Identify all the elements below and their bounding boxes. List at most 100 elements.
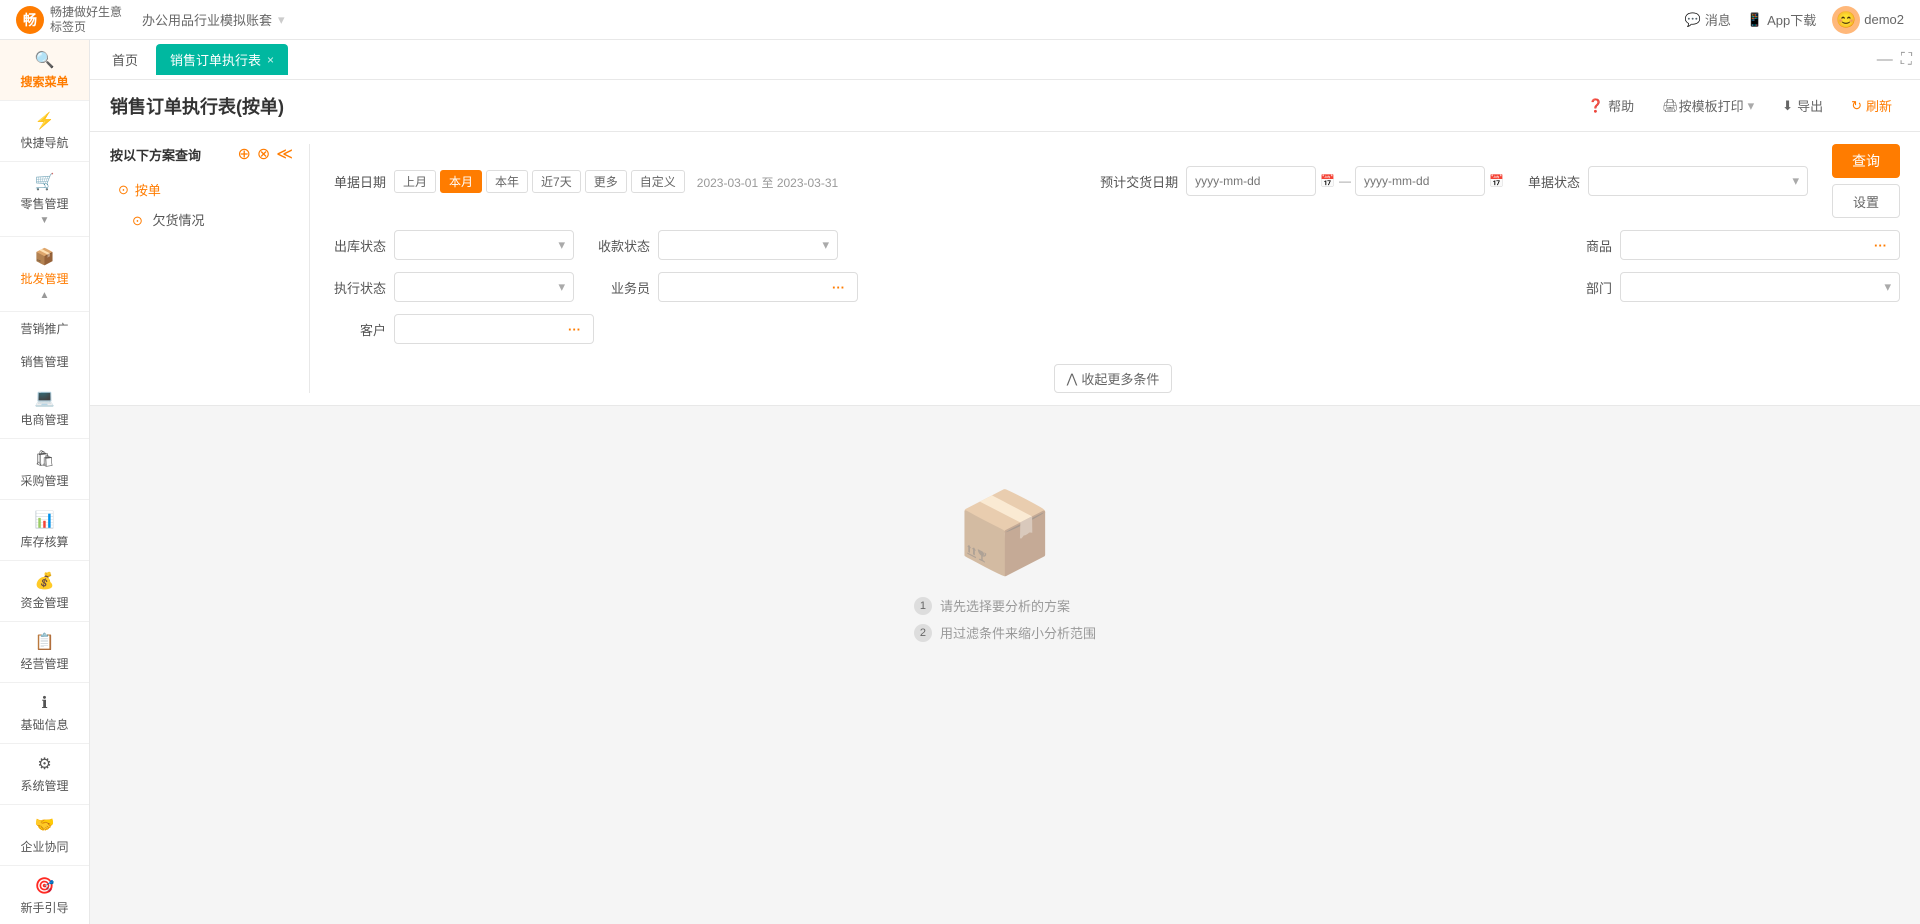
tab-home[interactable]: 首页 (98, 44, 152, 75)
delivery-date-end[interactable] (1355, 166, 1485, 196)
main-layout: 🔍 搜索菜单 ⚡ 快捷导航 🛒 零售管理 ▼ 📦 批发管理 ▲ 营销推广 销售管… (0, 40, 1920, 924)
scheme-radio-icon: ⊙ (118, 182, 129, 198)
tab-close-icon[interactable]: × (267, 53, 274, 67)
refresh-icon: ↻ (1851, 98, 1862, 114)
customer-select[interactable]: ··· (394, 314, 594, 344)
salesperson-select[interactable]: ··· (658, 272, 858, 302)
dept-field: 部门 (1552, 272, 1900, 302)
goods-more-icon[interactable]: ··· (1870, 238, 1891, 253)
sidebar-item-quick-nav[interactable]: ⚡ 快捷导航 (0, 101, 89, 162)
search-action-btns: 查询 设置 (1832, 144, 1900, 218)
inventory-icon: 📊 (35, 510, 55, 530)
retail-icon: 🛒 (35, 172, 55, 192)
execute-status-field: 执行状态 (326, 272, 574, 302)
message-action[interactable]: 💬 消息 (1685, 10, 1731, 29)
customer-more-icon[interactable]: ··· (564, 322, 585, 337)
sidebar-item-system[interactable]: ⚙ 系统管理 (0, 744, 89, 805)
tab-bar: 首页 销售订单执行表 × — ⛶ (90, 40, 1920, 80)
date-range-display: 2023-03-01 至 2023-03-31 (697, 172, 838, 191)
scheme-actions: ⊕ ⊗ ≪ (237, 144, 293, 164)
order-status-select[interactable] (1588, 166, 1808, 196)
filter-row-1: 单据日期 上月 本月 本年 近7天 更多 自定义 (326, 144, 1900, 218)
sidebar-item-operations[interactable]: 📋 经营管理 (0, 622, 89, 683)
help-icon: ❓ (1588, 98, 1604, 114)
empty-tips: 1 请先选择要分析的方案 2 用过滤条件来缩小分析范围 (914, 596, 1096, 642)
quick-nav-icon: ⚡ (35, 111, 55, 131)
purchase-icon: 🛍 (34, 449, 54, 469)
sidebar-item-sales-mgmt[interactable]: 销售管理 (0, 345, 89, 378)
empty-state: 📦 1 请先选择要分析的方案 2 用过滤条件来缩小分析范围 (90, 406, 1920, 722)
scheme-item-by-order[interactable]: ⊙ 按单 (110, 174, 293, 205)
dept-label: 部门 (1552, 278, 1612, 297)
sidebar-item-inventory[interactable]: 📊 库存核算 (0, 500, 89, 561)
goods-select[interactable]: ··· (1620, 230, 1900, 260)
export-icon: ⬇ (1782, 98, 1793, 114)
date-btn-more[interactable]: 更多 (585, 170, 627, 193)
order-status-label: 单据状态 (1520, 172, 1580, 191)
message-icon: 💬 (1685, 12, 1701, 28)
sidebar-item-collab[interactable]: 🤝 企业协同 (0, 805, 89, 866)
print-icon: 🖨 (1662, 98, 1679, 114)
empty-tip-2: 2 用过滤条件来缩小分析范围 (914, 623, 1096, 642)
print-dropdown-icon[interactable]: ▾ (1748, 98, 1755, 114)
date-btn-last-month[interactable]: 上月 (394, 170, 436, 193)
empty-illustration: 📦 (955, 486, 1055, 580)
date-btn-custom[interactable]: 自定义 (631, 170, 685, 193)
delivery-date-inputs: 📅 — 📅 (1186, 166, 1504, 196)
operations-icon: 📋 (35, 632, 55, 652)
sidebar-item-basic-info[interactable]: ℹ 基础信息 (0, 683, 89, 744)
help-btn[interactable]: ❓ 帮助 (1580, 92, 1642, 119)
payment-status-field: 收款状态 (590, 230, 838, 260)
scheme-panel-title: 按以下方案查询 (110, 145, 201, 164)
sidebar-item-ecommerce[interactable]: 💻 电商管理 (0, 378, 89, 439)
settings-button[interactable]: 设置 (1832, 184, 1900, 218)
payment-status-select[interactable] (658, 230, 838, 260)
outbound-status-label: 出库状态 (326, 236, 386, 255)
outbound-status-field: 出库状态 (326, 230, 574, 260)
scheme-collapse-icon[interactable]: ≪ (276, 144, 293, 164)
date-btn-this-year[interactable]: 本年 (486, 170, 528, 193)
tab-sales-order[interactable]: 销售订单执行表 × (156, 44, 288, 75)
dept-select[interactable] (1620, 272, 1900, 302)
user-profile[interactable]: 😊 demo2 (1832, 6, 1904, 34)
header-right: 💬 消息 📱 App下载 😊 demo2 (1685, 6, 1904, 34)
print-btn[interactable]: 🖨 按模板打印 ▾ (1654, 92, 1762, 119)
date-field: 单据日期 上月 本月 本年 近7天 更多 自定义 (326, 170, 838, 193)
tab-maximize-icon[interactable]: ⛶ (1901, 51, 1912, 69)
scheme-item-shortage[interactable]: ⊙ 欠货情况 (110, 205, 293, 234)
sidebar-item-finance[interactable]: 💰 资金管理 (0, 561, 89, 622)
export-btn[interactable]: ⬇ 导出 (1774, 92, 1831, 119)
outbound-status-select[interactable] (394, 230, 574, 260)
app-download-action[interactable]: 📱 App下载 (1747, 10, 1816, 29)
date-btn-last-7[interactable]: 近7天 (532, 170, 581, 193)
tab-minimize-icon[interactable]: — (1877, 51, 1893, 69)
refresh-btn[interactable]: ↻ 刷新 (1843, 92, 1900, 119)
logo-icon: 畅 (16, 6, 44, 34)
scheme-add-icon[interactable]: ⊕ (237, 144, 250, 164)
sidebar-item-search[interactable]: 🔍 搜索菜单 (0, 40, 89, 101)
customer-field: 客户 ··· (326, 314, 594, 344)
sidebar-item-marketing-promo[interactable]: 营销推广 (0, 312, 89, 345)
payment-status-label: 收款状态 (590, 236, 650, 255)
execute-status-select[interactable] (394, 272, 574, 302)
scheme-settings-icon[interactable]: ⊗ (257, 144, 270, 164)
delivery-date-start[interactable] (1186, 166, 1316, 196)
basic-info-icon: ℹ (41, 693, 47, 713)
sidebar-item-wholesale[interactable]: 📦 批发管理 ▲ (0, 237, 89, 312)
search-button[interactable]: 查询 (1832, 144, 1900, 178)
breadcrumb: 办公用品行业模拟账套 ▾ (142, 10, 285, 29)
sidebar-item-guide[interactable]: 🎯 新手引导 (0, 866, 89, 924)
calendar-start-icon[interactable]: 📅 (1320, 174, 1335, 188)
salesperson-more-icon[interactable]: ··· (828, 280, 849, 295)
calendar-end-icon[interactable]: 📅 (1489, 174, 1504, 188)
breadcrumb-dropdown-icon[interactable]: ▾ (278, 12, 285, 28)
username: demo2 (1864, 12, 1904, 27)
sidebar-item-purchase[interactable]: 🛍 采购管理 (0, 439, 89, 500)
guide-icon: 🎯 (35, 876, 55, 896)
collapse-filters-btn[interactable]: ⋀ 收起更多条件 (1054, 364, 1173, 393)
date-btn-this-month[interactable]: 本月 (440, 170, 482, 193)
sidebar-item-retail[interactable]: 🛒 零售管理 ▼ (0, 162, 89, 237)
salesperson-field: 业务员 ··· (590, 272, 858, 302)
breadcrumb-text: 办公用品行业模拟账套 (142, 10, 272, 29)
date-filter-buttons: 上月 本月 本年 近7天 更多 自定义 (394, 170, 685, 193)
